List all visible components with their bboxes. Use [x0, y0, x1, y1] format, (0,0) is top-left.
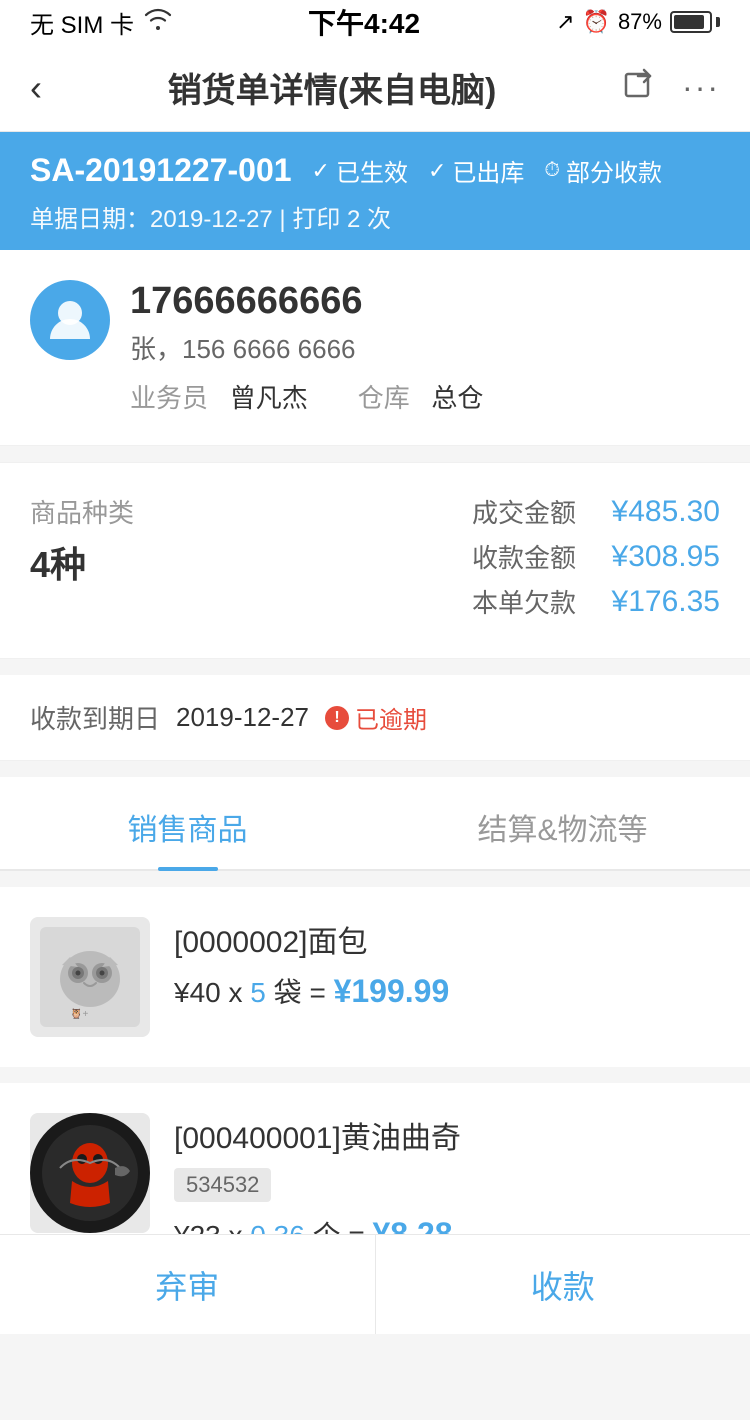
customer-section: 17666666666 张，156 6666 6666 业务员 曾凡杰 仓库 总…	[0, 250, 750, 446]
received-amount-value: ¥308.95	[600, 540, 720, 574]
deal-amount-value: ¥485.30	[600, 495, 720, 529]
wifi-icon	[144, 8, 172, 37]
status-left: 无 SIM 卡	[30, 5, 172, 40]
stats-section: 商品种类 4种 成交金额 ¥485.30 收款金额 ¥308.95 本单欠款 ¥…	[0, 462, 750, 659]
clock-icon: ⏱	[544, 159, 560, 182]
abandon-review-button[interactable]: 弃审	[0, 1235, 376, 1334]
header-banner: SA-20191227-001 ✓ 已生效 ✓ 已出库 ⏱ 部分收款 单据日期：…	[0, 132, 750, 250]
sim-status: 无 SIM 卡	[30, 5, 134, 40]
customer-id: 17666666666	[130, 280, 720, 323]
overdue-icon: !	[325, 706, 349, 730]
deal-amount-label: 成交金额	[472, 493, 576, 530]
tab-settlement[interactable]: 结算&物流等	[375, 777, 750, 869]
bottom-bar: 弃审 收款	[0, 1234, 750, 1334]
product-qty-1: 5	[250, 977, 266, 1008]
due-amount-line: 本单欠款 ¥176.35	[472, 583, 720, 620]
nav-actions: ···	[622, 66, 720, 110]
alarm-icon: ⏰	[583, 9, 610, 35]
sales-person-value: 曾凡杰	[230, 383, 308, 413]
product-name-2: [000400001]黄油曲奇	[174, 1113, 720, 1157]
check-icon: ✓	[312, 158, 330, 184]
badge-shipped: ✓ 已出库	[428, 153, 524, 188]
product-name-1: [0000002]面包	[174, 917, 720, 961]
svg-text:🦉+: 🦉+	[70, 1008, 88, 1020]
warehouse-field: 仓库 总仓	[358, 378, 484, 415]
status-right: ↗ ⏰ 87%	[556, 9, 720, 35]
product-types-label: 商品种类	[30, 493, 134, 530]
product-price-1: ¥40 x 5 袋 = ¥199.99	[174, 971, 720, 1011]
nav-bar: ‹ 销货单详情(来自电脑) ···	[0, 44, 750, 132]
collect-payment-button[interactable]: 收款	[376, 1235, 750, 1334]
back-button[interactable]: ‹	[30, 67, 42, 109]
product-tag-2: 534532	[174, 1168, 271, 1202]
sales-label: 业务员	[130, 383, 208, 413]
stats-row: 商品种类 4种 成交金额 ¥485.30 收款金额 ¥308.95 本单欠款 ¥…	[30, 493, 720, 628]
overdue-text: 已逾期	[355, 700, 427, 735]
customer-info: 17666666666 张，156 6666 6666 业务员 曾凡杰 仓库 总…	[130, 280, 720, 415]
tabs-section: 销售商品 结算&物流等	[0, 777, 750, 871]
due-amount-value: ¥176.35	[600, 585, 720, 619]
avatar	[30, 280, 110, 360]
product-image-placeholder-1: 🦉+	[40, 927, 140, 1027]
order-id: SA-20191227-001	[30, 152, 292, 189]
received-amount-line: 收款金额 ¥308.95	[472, 538, 720, 575]
sales-person-field: 业务员 曾凡杰	[130, 378, 308, 415]
due-label: 收款到期日	[30, 699, 160, 736]
product-types-value: 4种	[30, 536, 134, 588]
product-info-1: [0000002]面包 ¥40 x 5 袋 = ¥199.99	[174, 917, 720, 1011]
location-icon: ↗	[556, 9, 574, 35]
battery-icon	[670, 11, 720, 33]
status-time: 下午4:42	[308, 2, 420, 42]
product-thumb-1: 🦉+	[30, 917, 150, 1037]
customer-phone: 张，156 6666 6666	[130, 329, 720, 366]
avatar-icon	[45, 295, 95, 345]
product-types-field: 商品种类 4种	[30, 493, 134, 588]
page-title: 销货单详情(来自电脑)	[168, 63, 497, 112]
product-total-1: ¥199.99	[334, 973, 450, 1009]
due-section: 收款到期日 2019-12-27 ! 已逾期	[0, 675, 750, 761]
product-info-2: [000400001]黄油曲奇 534532 ¥23 x 0.36 个 = ¥8…	[174, 1113, 720, 1254]
badge-effective: ✓ 已生效	[312, 153, 408, 188]
due-amount-label: 本单欠款	[472, 583, 576, 620]
product-item-1: 🦉+ [0000002]面包 ¥40 x 5 袋 = ¥199.99	[0, 887, 750, 1067]
battery-percentage: 87%	[618, 9, 662, 35]
check-icon-2: ✓	[428, 158, 446, 184]
share-button[interactable]	[622, 66, 658, 110]
warehouse-value: 总仓	[431, 383, 483, 413]
due-date: 2019-12-27	[176, 702, 309, 733]
warehouse-label: 仓库	[358, 383, 410, 413]
amounts-field: 成交金额 ¥485.30 收款金额 ¥308.95 本单欠款 ¥176.35	[472, 493, 720, 628]
product-list: 🦉+ [0000002]面包 ¥40 x 5 袋 = ¥199.99	[0, 887, 750, 1420]
customer-meta: 业务员 曾凡杰 仓库 总仓	[130, 378, 720, 415]
deal-amount-line: 成交金额 ¥485.30	[472, 493, 720, 530]
more-button[interactable]: ···	[682, 69, 720, 106]
badge-partial-payment: ⏱ 部分收款	[544, 153, 662, 188]
product-thumb-2	[30, 1113, 150, 1233]
received-amount-label: 收款金额	[472, 538, 576, 575]
status-bar: 无 SIM 卡 下午4:42 ↗ ⏰ 87%	[0, 0, 750, 44]
order-date-info: 单据日期：2019-12-27 | 打印 2 次	[30, 199, 720, 234]
overdue-badge: ! 已逾期	[325, 700, 427, 735]
tab-products[interactable]: 销售商品	[0, 777, 375, 869]
product-image-2	[30, 1113, 150, 1233]
header-banner-top: SA-20191227-001 ✓ 已生效 ✓ 已出库 ⏱ 部分收款	[30, 152, 720, 189]
